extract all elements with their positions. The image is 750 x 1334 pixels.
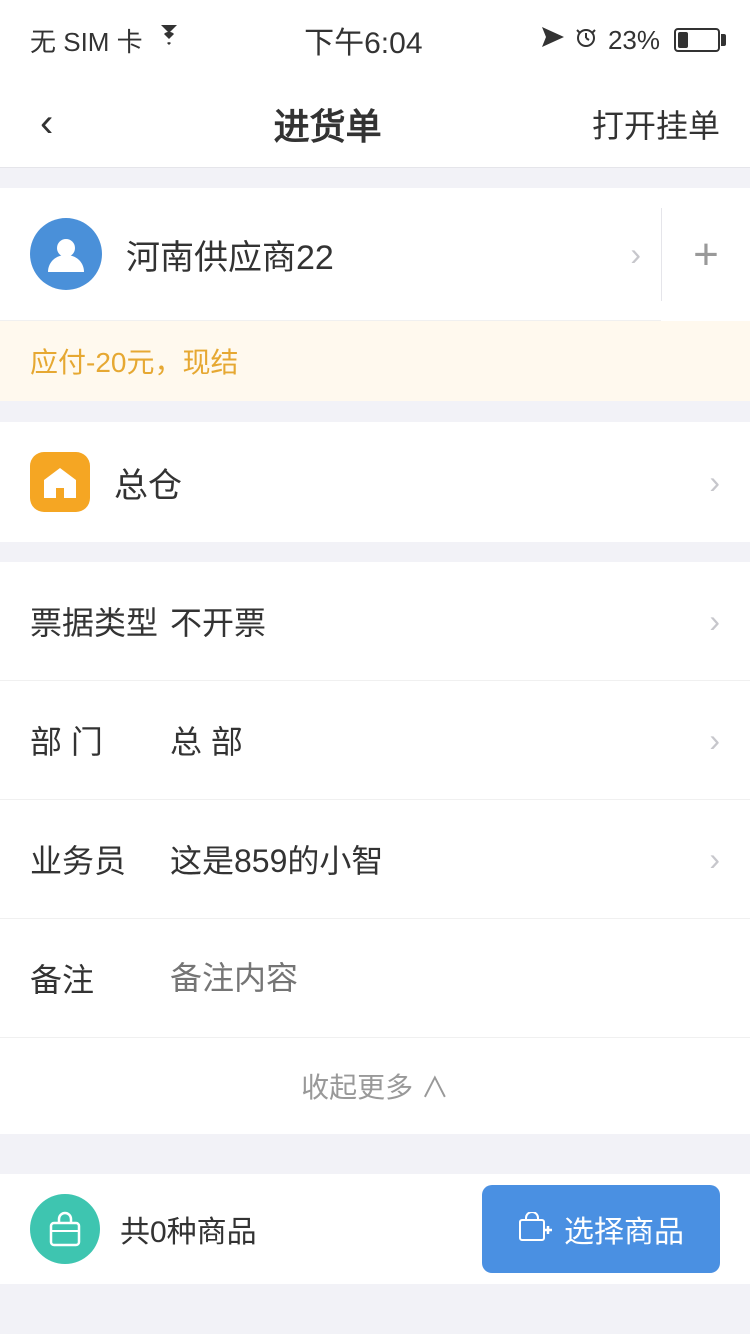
supplier-section: 河南供应商22 › + — [0, 188, 750, 321]
warehouse-name: 总仓 — [114, 458, 699, 507]
remark-input[interactable] — [170, 960, 720, 997]
collapse-section: 收起更多 ∧ — [0, 1037, 750, 1134]
salesperson-chevron-icon: › — [709, 841, 720, 878]
bottom-bar: 共0种商品 选择商品 — [0, 1174, 750, 1284]
battery-percent: 23% — [608, 25, 660, 56]
department-label: 部 门 — [30, 717, 170, 763]
add-supplier-button[interactable]: + — [662, 188, 750, 321]
invoice-type-value: 不开票 — [170, 598, 699, 644]
salesperson-value: 这是859的小智 — [170, 836, 699, 882]
department-value: 总 部 — [170, 717, 699, 763]
department-chevron-icon: › — [709, 722, 720, 759]
nav-bar: ‹ 进货单 打开挂单 — [0, 80, 750, 168]
supplier-chevron-icon: › — [630, 236, 641, 273]
open-pending-button[interactable]: 打开挂单 — [592, 101, 720, 147]
invoice-type-row[interactable]: 票据类型 不开票 › — [0, 562, 750, 681]
status-time: 下午6:04 — [304, 18, 422, 62]
warehouse-row[interactable]: 总仓 › — [0, 421, 750, 542]
warehouse-chevron-icon: › — [709, 464, 720, 501]
main-content: 河南供应商22 › + 应付-20元，现结 总仓 › 票据类型 不开票 › 部 … — [0, 168, 750, 1284]
warehouse-icon — [30, 452, 90, 512]
invoice-type-chevron-icon: › — [709, 603, 720, 640]
page-title: 进货单 — [274, 98, 382, 150]
house-icon — [42, 464, 78, 500]
goods-count-label: 共0种商品 — [120, 1207, 482, 1251]
person-icon — [44, 232, 88, 276]
status-left: 无 SIM 卡 — [30, 22, 185, 59]
select-goods-label: 选择商品 — [564, 1207, 684, 1251]
salesperson-label: 业务员 — [30, 836, 170, 882]
supplier-name: 河南供应商22 — [126, 230, 620, 279]
collapse-button[interactable]: 收起更多 ∧ — [301, 1066, 449, 1106]
status-right: 23% — [542, 25, 720, 56]
goods-icon — [30, 1194, 100, 1264]
select-goods-button[interactable]: 选择商品 — [482, 1185, 720, 1273]
sim-label: 无 SIM 卡 — [30, 22, 143, 59]
supplier-avatar — [30, 218, 102, 290]
department-row[interactable]: 部 门 总 部 › — [0, 681, 750, 800]
add-cart-icon — [518, 1212, 552, 1246]
wifi-icon — [153, 25, 185, 56]
notice-banner: 应付-20元，现结 — [0, 321, 750, 401]
salesperson-row[interactable]: 业务员 这是859的小智 › — [0, 800, 750, 919]
status-bar: 无 SIM 卡 下午6:04 23% — [0, 0, 750, 80]
battery-icon — [674, 28, 720, 52]
location-icon — [542, 25, 564, 56]
remark-row: 备注 — [0, 919, 750, 1037]
invoice-type-label: 票据类型 — [30, 598, 170, 644]
alarm-icon — [574, 25, 598, 56]
remark-label: 备注 — [30, 955, 170, 1001]
form-section: 票据类型 不开票 › 部 门 总 部 › 业务员 这是859的小智 › 备注 — [0, 562, 750, 1037]
shopping-bag-icon — [45, 1209, 85, 1249]
notice-text: 应付-20元，现结 — [30, 347, 238, 378]
back-button[interactable]: ‹ — [30, 91, 63, 156]
supplier-row[interactable]: 河南供应商22 › — [0, 188, 661, 321]
